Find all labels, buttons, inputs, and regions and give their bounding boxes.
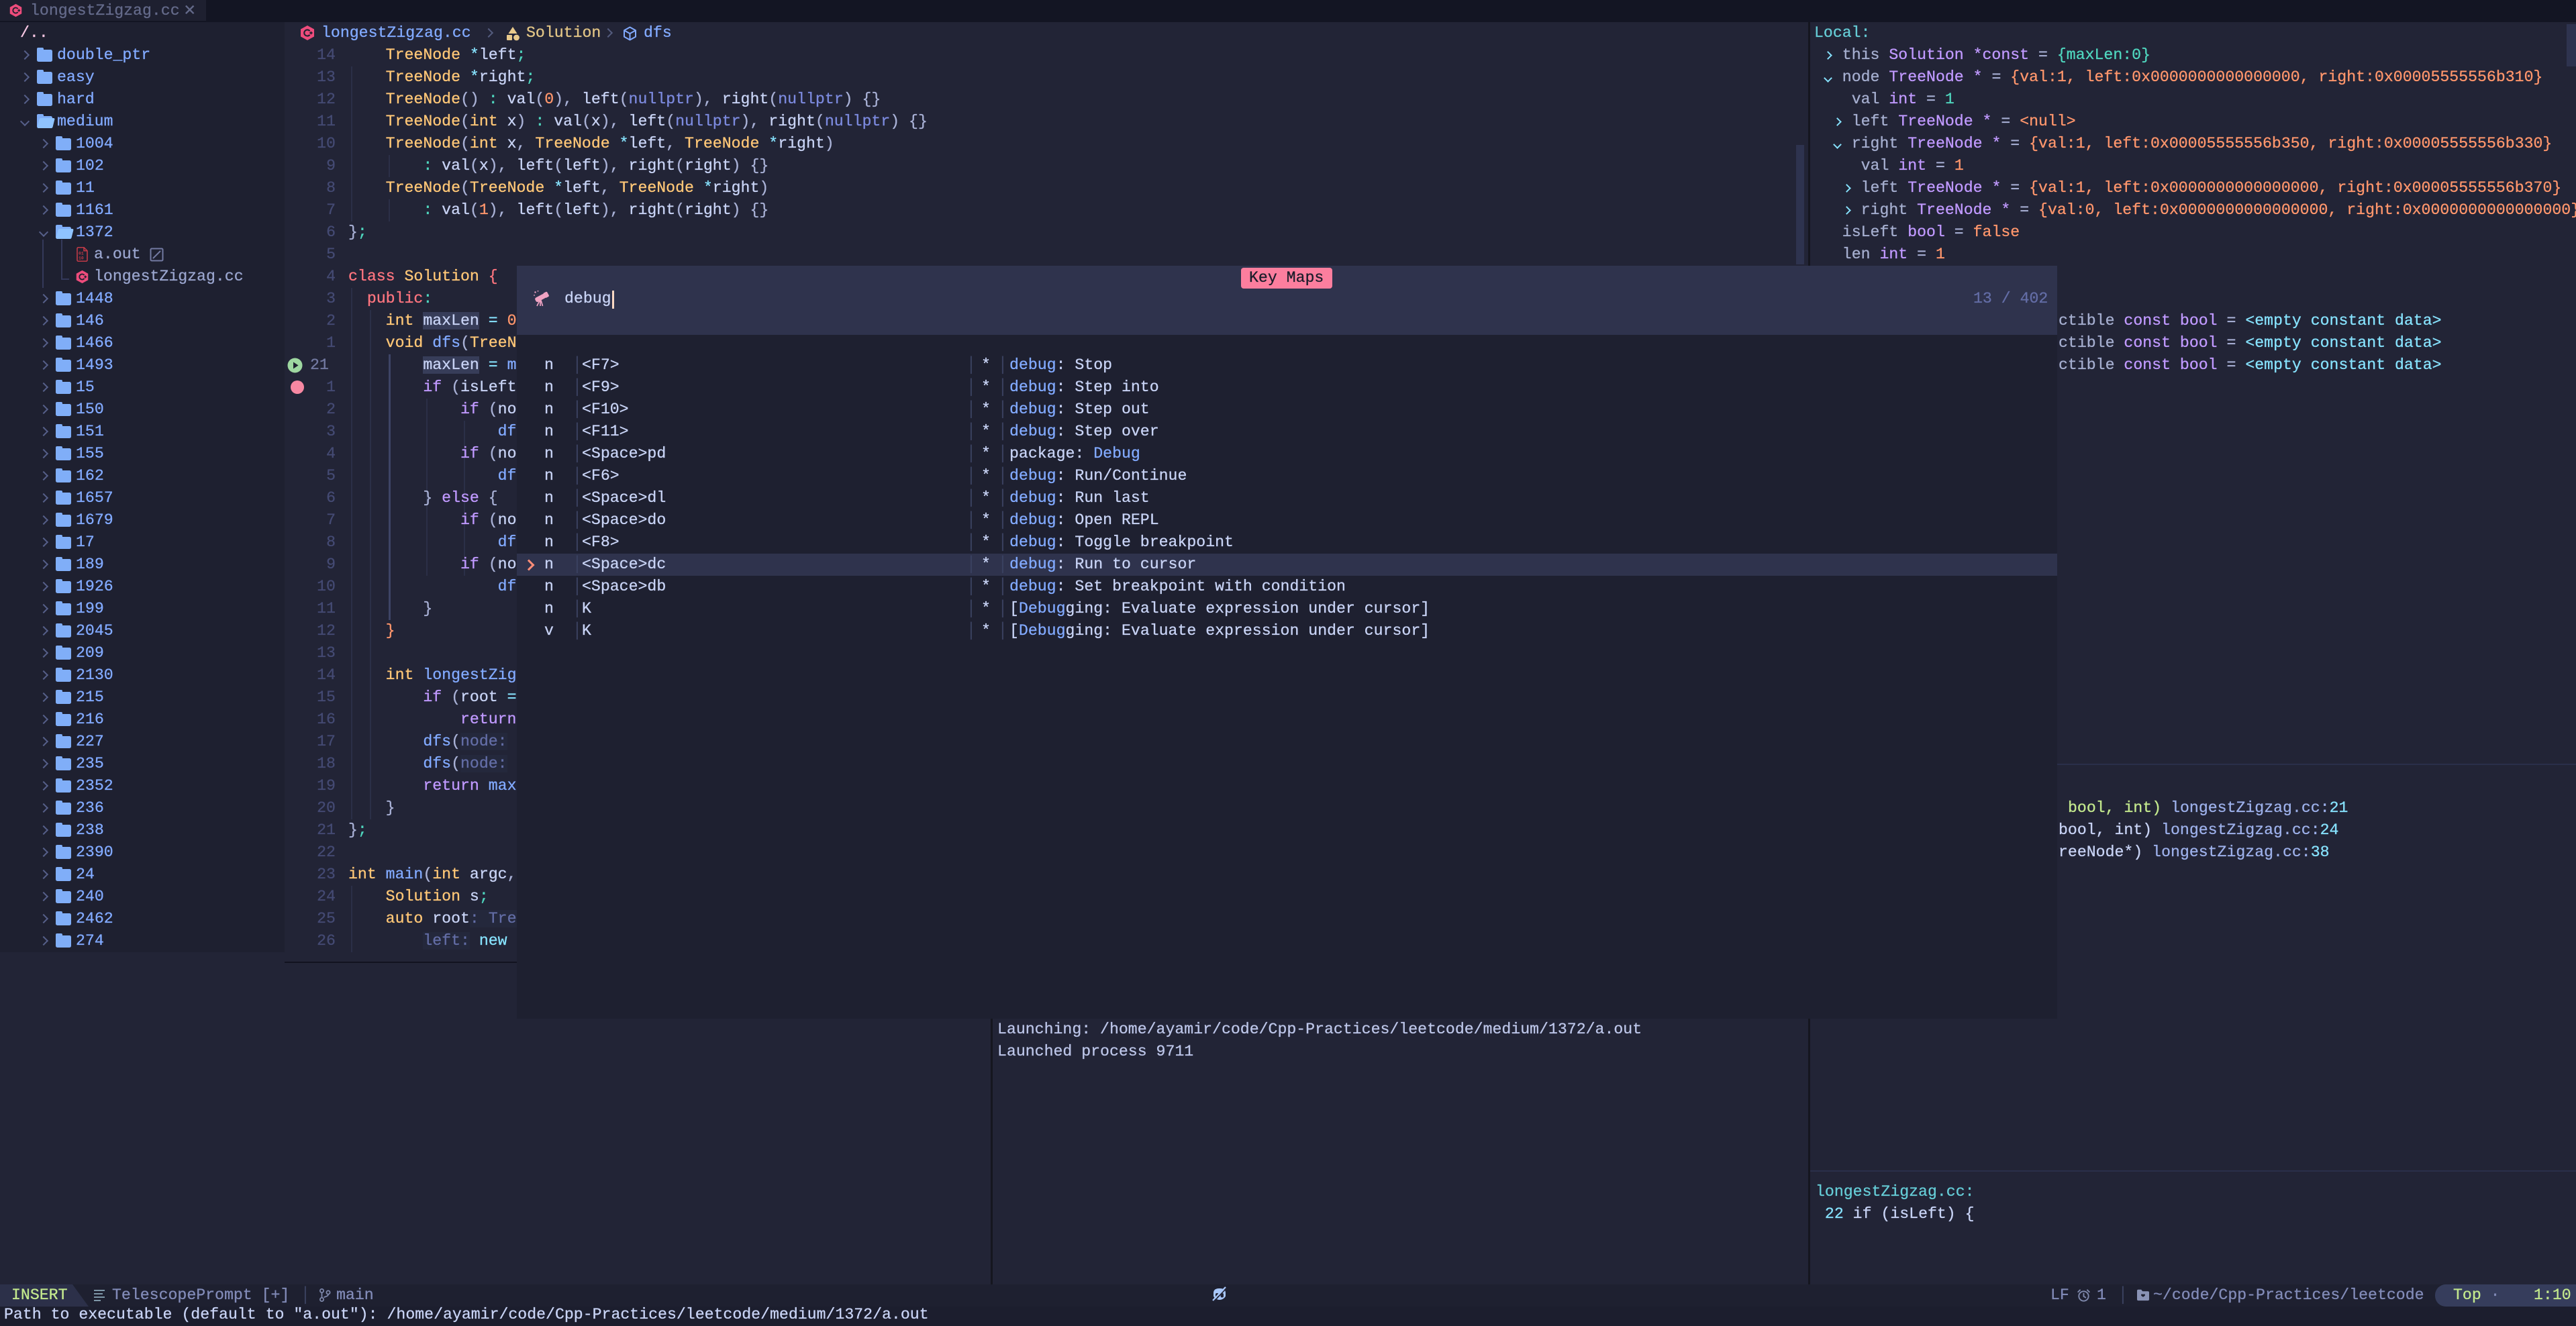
svg-text:10: 10 — [79, 256, 84, 261]
svg-text:01: 01 — [79, 252, 84, 256]
